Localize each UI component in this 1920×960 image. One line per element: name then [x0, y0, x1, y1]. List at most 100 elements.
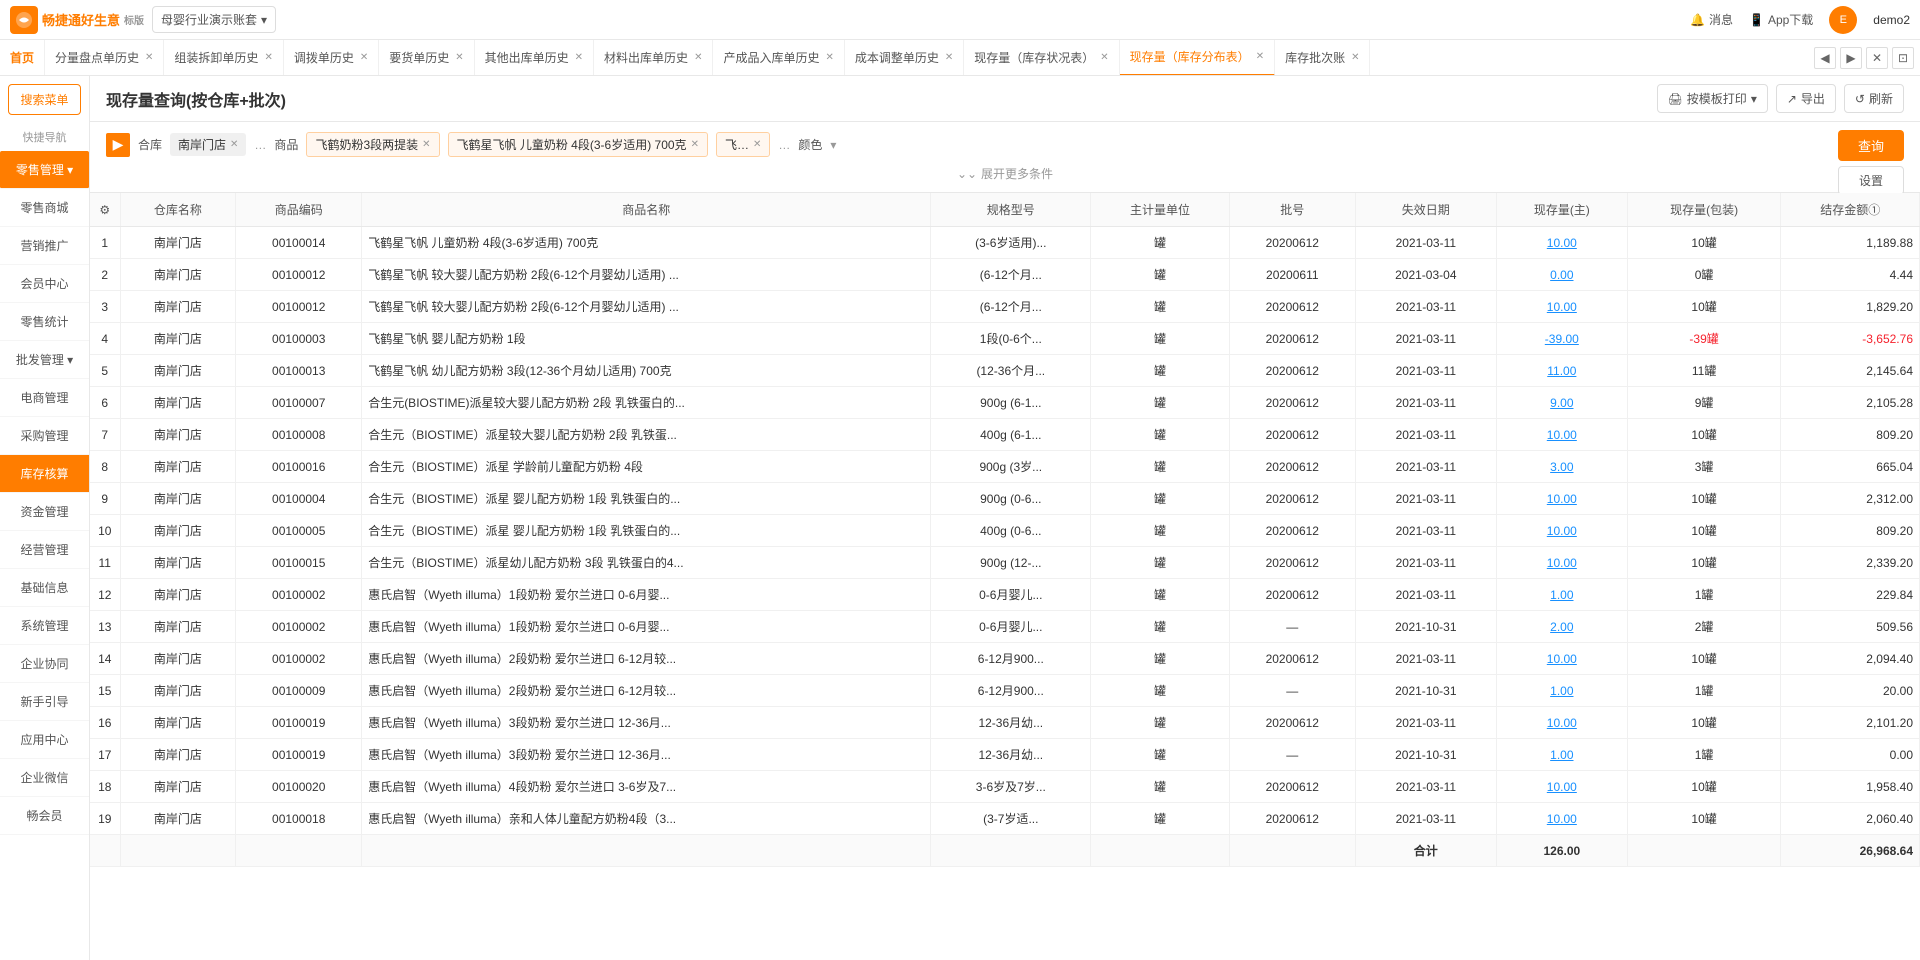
tab-scroll-left[interactable]: ◀ — [1814, 47, 1836, 69]
sidebar-item-basic[interactable]: 基础信息 — [0, 569, 89, 607]
remove-warehouse-tag[interactable]: ✕ — [230, 139, 238, 150]
cell-balance: 809.20 — [1781, 515, 1920, 547]
app-download-btn[interactable]: 📱 App下载 — [1749, 11, 1813, 28]
refresh-btn[interactable]: ↺ 刷新 — [1844, 84, 1904, 113]
sidebar-item-member[interactable]: 会员中心 — [0, 265, 89, 303]
sidebar-item-member-plus[interactable]: 畅会员 — [0, 797, 89, 835]
remove-product-tag-2[interactable]: ✕ — [691, 139, 699, 150]
cell-expire: 2021-03-11 — [1355, 419, 1496, 451]
print-btn[interactable]: 🖨 按模板打印 ▾ — [1657, 84, 1768, 113]
search-menu-btn[interactable]: 搜索菜单 — [8, 84, 81, 115]
cell-expire: 2021-03-11 — [1355, 803, 1496, 835]
product-tag-3: 飞… ✕ — [716, 132, 770, 157]
cell-qty-main[interactable]: 10.00 — [1496, 291, 1627, 323]
tab-scroll-right[interactable]: ▶ — [1840, 47, 1862, 69]
settings-icon[interactable]: ⚙ — [99, 203, 110, 217]
export-icon: ↗ — [1787, 92, 1797, 106]
close-icon[interactable]: ✕ — [264, 52, 272, 63]
remove-product-tag-1[interactable]: ✕ — [422, 139, 430, 150]
sidebar-item-collab[interactable]: 企业协同 — [0, 645, 89, 683]
remove-product-tag-3[interactable]: ✕ — [753, 139, 761, 150]
sidebar-item-app[interactable]: 应用中心 — [0, 721, 89, 759]
close-icon[interactable]: ✕ — [360, 52, 368, 63]
query-btn[interactable]: 查询 — [1838, 130, 1904, 161]
color-arrow-down[interactable]: ▾ — [830, 138, 836, 152]
close-icon[interactable]: ✕ — [694, 52, 702, 63]
tab-zuhe[interactable]: 组装拆卸单历史 ✕ — [164, 40, 283, 76]
sidebar-item-ecommerce[interactable]: 电商管理 — [0, 379, 89, 417]
sidebar-item-ops[interactable]: 经营管理 — [0, 531, 89, 569]
cell-qty-main[interactable]: 9.00 — [1496, 387, 1627, 419]
cell-qty-main[interactable]: 3.00 — [1496, 451, 1627, 483]
close-icon[interactable]: ✕ — [1256, 51, 1264, 62]
user-avatar[interactable]: E — [1829, 6, 1857, 34]
expand-btn[interactable]: ⌄⌄ 展开更多条件 — [957, 165, 1053, 182]
cell-qty-main[interactable]: 10.00 — [1496, 227, 1627, 259]
cell-index: 10 — [90, 515, 120, 547]
cell-qty-main[interactable]: 1.00 — [1496, 579, 1627, 611]
sidebar-item-system[interactable]: 系统管理 — [0, 607, 89, 645]
sidebar-item-retail-stats[interactable]: 零售统计 — [0, 303, 89, 341]
sidebar-item-marketing[interactable]: 营销推广 — [0, 227, 89, 265]
sidebar-item-guide[interactable]: 新手引导 — [0, 683, 89, 721]
cell-qty-main[interactable]: 1.00 — [1496, 739, 1627, 771]
cell-qty-main[interactable]: 0.00 — [1496, 259, 1627, 291]
tab-xiancun-status[interactable]: 现存量（库存状况表）✕ — [964, 40, 1119, 76]
close-icon[interactable]: ✕ — [1351, 52, 1359, 63]
tab-home[interactable]: 首页 — [0, 40, 45, 76]
cell-expire: 2021-03-11 — [1355, 579, 1496, 611]
cell-qty-main[interactable]: 10.00 — [1496, 483, 1627, 515]
tab-kucun-batch[interactable]: 库存批次账 ✕ — [1275, 40, 1370, 76]
cell-qty-main[interactable]: 2.00 — [1496, 611, 1627, 643]
cell-qty-pkg: 10罐 — [1627, 227, 1781, 259]
cell-qty-main[interactable]: 10.00 — [1496, 515, 1627, 547]
cell-balance: 0.00 — [1781, 739, 1920, 771]
cell-qty-main[interactable]: 10.00 — [1496, 771, 1627, 803]
tab-fen-liang[interactable]: 分量盘点单历史 ✕ — [45, 40, 164, 76]
tab-maximize[interactable]: ⊡ — [1892, 47, 1914, 69]
sidebar-item-retail-mall[interactable]: 零售商城 — [0, 189, 89, 227]
close-icon[interactable]: ✕ — [455, 52, 463, 63]
cell-expire: 2021-03-11 — [1355, 387, 1496, 419]
sidebar-item-retail[interactable]: 零售管理 ▾ — [0, 151, 89, 189]
close-icon[interactable]: ✕ — [1100, 52, 1108, 63]
cell-qty-main[interactable]: 10.00 — [1496, 643, 1627, 675]
cell-qty-main[interactable]: -39.00 — [1496, 323, 1627, 355]
sidebar-item-finance[interactable]: 资金管理 — [0, 493, 89, 531]
col-settings[interactable]: ⚙ — [90, 193, 120, 227]
close-icon[interactable]: ✕ — [945, 52, 953, 63]
tab-xiancun-dist[interactable]: 现存量（库存分布表）✕ — [1120, 40, 1275, 76]
industry-selector[interactable]: 母婴行业演示账套 ▾ — [152, 6, 276, 33]
cell-qty-main[interactable]: 11.00 — [1496, 355, 1627, 387]
tab-close-current[interactable]: ✕ — [1866, 47, 1888, 69]
close-icon[interactable]: ✕ — [825, 52, 833, 63]
tab-cailiao[interactable]: 材料出库单历史 ✕ — [594, 40, 713, 76]
filter-toggle-btn[interactable]: ▶ — [106, 133, 130, 157]
tab-chengben[interactable]: 成本调整单历史 ✕ — [845, 40, 964, 76]
cell-qty-main[interactable]: 1.00 — [1496, 675, 1627, 707]
cell-qty-main[interactable]: 10.00 — [1496, 707, 1627, 739]
cell-unit: 罐 — [1091, 675, 1230, 707]
cell-qty-main[interactable]: 10.00 — [1496, 547, 1627, 579]
cell-qty-main[interactable]: 10.00 — [1496, 803, 1627, 835]
product-more-btn[interactable]: … — [778, 138, 790, 152]
table-row: 18 南岸门店 00100020 惠氏启智（Wyeth illuma）4段奶粉 … — [90, 771, 1920, 803]
tab-diaob[interactable]: 调拨单历史 ✕ — [284, 40, 379, 76]
tab-yaohuo[interactable]: 要货单历史 ✕ — [379, 40, 474, 76]
sidebar-item-wholesale[interactable]: 批发管理 ▾ — [0, 341, 89, 379]
close-icon[interactable]: ✕ — [145, 52, 153, 63]
cell-name: 飞鹤星飞帆 较大婴儿配方奶粉 2段(6-12个月婴幼儿适用) ... — [362, 291, 931, 323]
username[interactable]: demo2 — [1873, 13, 1910, 27]
export-btn[interactable]: ↗ 导出 — [1776, 84, 1836, 113]
cell-index: 2 — [90, 259, 120, 291]
cell-qty-main[interactable]: 10.00 — [1496, 419, 1627, 451]
tab-qita[interactable]: 其他出库单历史 ✕ — [475, 40, 594, 76]
close-icon[interactable]: ✕ — [575, 52, 583, 63]
settings-btn[interactable]: 设置 — [1838, 166, 1904, 195]
message-btn[interactable]: 🔔 消息 — [1690, 11, 1733, 28]
tab-chancheng[interactable]: 产成品入库单历史 ✕ — [713, 40, 844, 76]
sidebar-item-inventory[interactable]: 库存核算 — [0, 455, 89, 493]
warehouse-more-btn[interactable]: … — [254, 138, 266, 152]
sidebar-item-purchase[interactable]: 采购管理 — [0, 417, 89, 455]
sidebar-item-wechat[interactable]: 企业微信 — [0, 759, 89, 797]
